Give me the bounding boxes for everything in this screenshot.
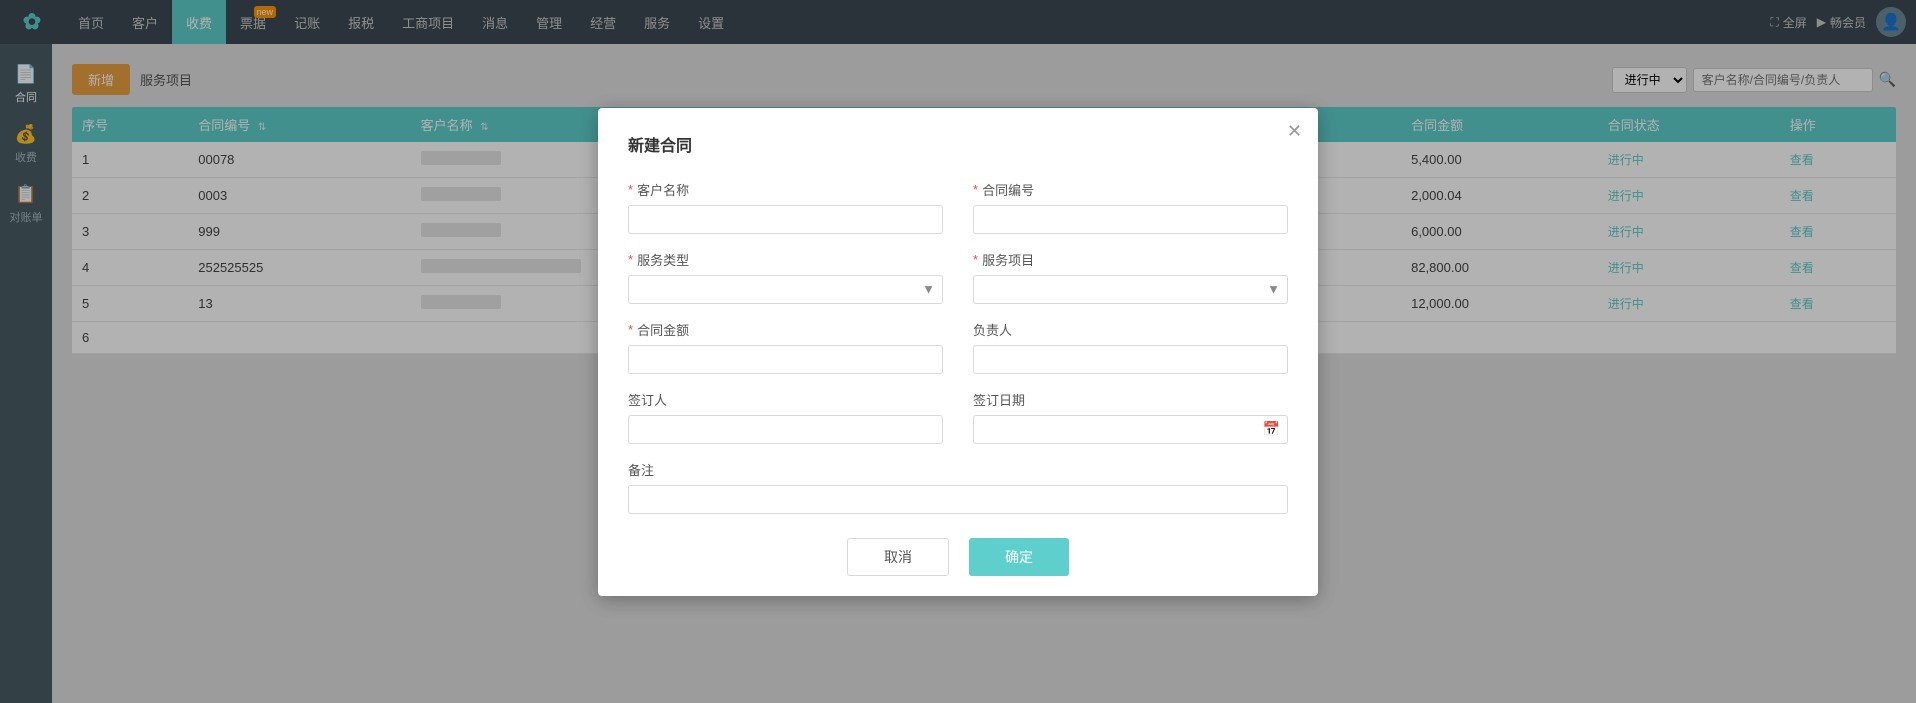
contract-no-row: * 合同编号 bbox=[973, 180, 1288, 234]
calendar-icon[interactable]: 📅 bbox=[1263, 421, 1280, 438]
service-item-select[interactable] bbox=[973, 275, 1288, 304]
service-type-row: * 服务类型 ▼ bbox=[628, 250, 943, 304]
service-item-label: * 服务项目 bbox=[973, 250, 1288, 269]
service-item-select-wrapper: ▼ bbox=[973, 275, 1288, 304]
contract-amount-input[interactable]: 0.00 bbox=[628, 345, 943, 374]
responsible-person-input[interactable] bbox=[973, 345, 1288, 374]
responsible-person-label: 负责人 bbox=[973, 320, 1288, 339]
responsible-person-row: 负责人 bbox=[973, 320, 1288, 374]
service-type-select-wrapper: ▼ bbox=[628, 275, 943, 304]
sign-date-wrapper: 2023-06-06 📅 bbox=[973, 415, 1288, 444]
service-type-select[interactable] bbox=[628, 275, 943, 304]
dialog-overlay[interactable]: ✕ 新建合同 * 客户名称 * 合同编号 bbox=[0, 0, 1916, 703]
new-contract-dialog: ✕ 新建合同 * 客户名称 * 合同编号 bbox=[598, 108, 1318, 596]
dialog-close-button[interactable]: ✕ bbox=[1287, 122, 1302, 140]
cancel-button[interactable]: 取消 bbox=[847, 538, 949, 576]
signer-input[interactable] bbox=[628, 415, 943, 444]
confirm-button[interactable]: 确定 bbox=[969, 538, 1069, 576]
dialog-footer: 取消 确定 bbox=[628, 538, 1288, 576]
note-row: 备注 bbox=[628, 460, 1288, 514]
contract-no-input[interactable] bbox=[973, 205, 1288, 234]
sign-date-row: 签订日期 2023-06-06 📅 bbox=[973, 390, 1288, 444]
contract-amount-label: * 合同金额 bbox=[628, 320, 943, 339]
service-type-label: * 服务类型 bbox=[628, 250, 943, 269]
customer-name-row: * 客户名称 bbox=[628, 180, 943, 234]
signer-label: 签订人 bbox=[628, 390, 943, 409]
contract-no-label: * 合同编号 bbox=[973, 180, 1288, 199]
service-item-row: * 服务项目 ▼ bbox=[973, 250, 1288, 304]
sign-date-label: 签订日期 bbox=[973, 390, 1288, 409]
contract-amount-row: * 合同金额 0.00 bbox=[628, 320, 943, 374]
customer-name-label: * 客户名称 bbox=[628, 180, 943, 199]
dialog-form: * 客户名称 * 合同编号 * 服务类型 bbox=[628, 180, 1288, 514]
signer-row: 签订人 bbox=[628, 390, 943, 444]
customer-name-input[interactable] bbox=[628, 205, 943, 234]
sign-date-input[interactable]: 2023-06-06 bbox=[973, 415, 1288, 444]
note-input[interactable] bbox=[628, 485, 1288, 514]
dialog-title: 新建合同 bbox=[628, 132, 1288, 156]
note-label: 备注 bbox=[628, 460, 1288, 479]
